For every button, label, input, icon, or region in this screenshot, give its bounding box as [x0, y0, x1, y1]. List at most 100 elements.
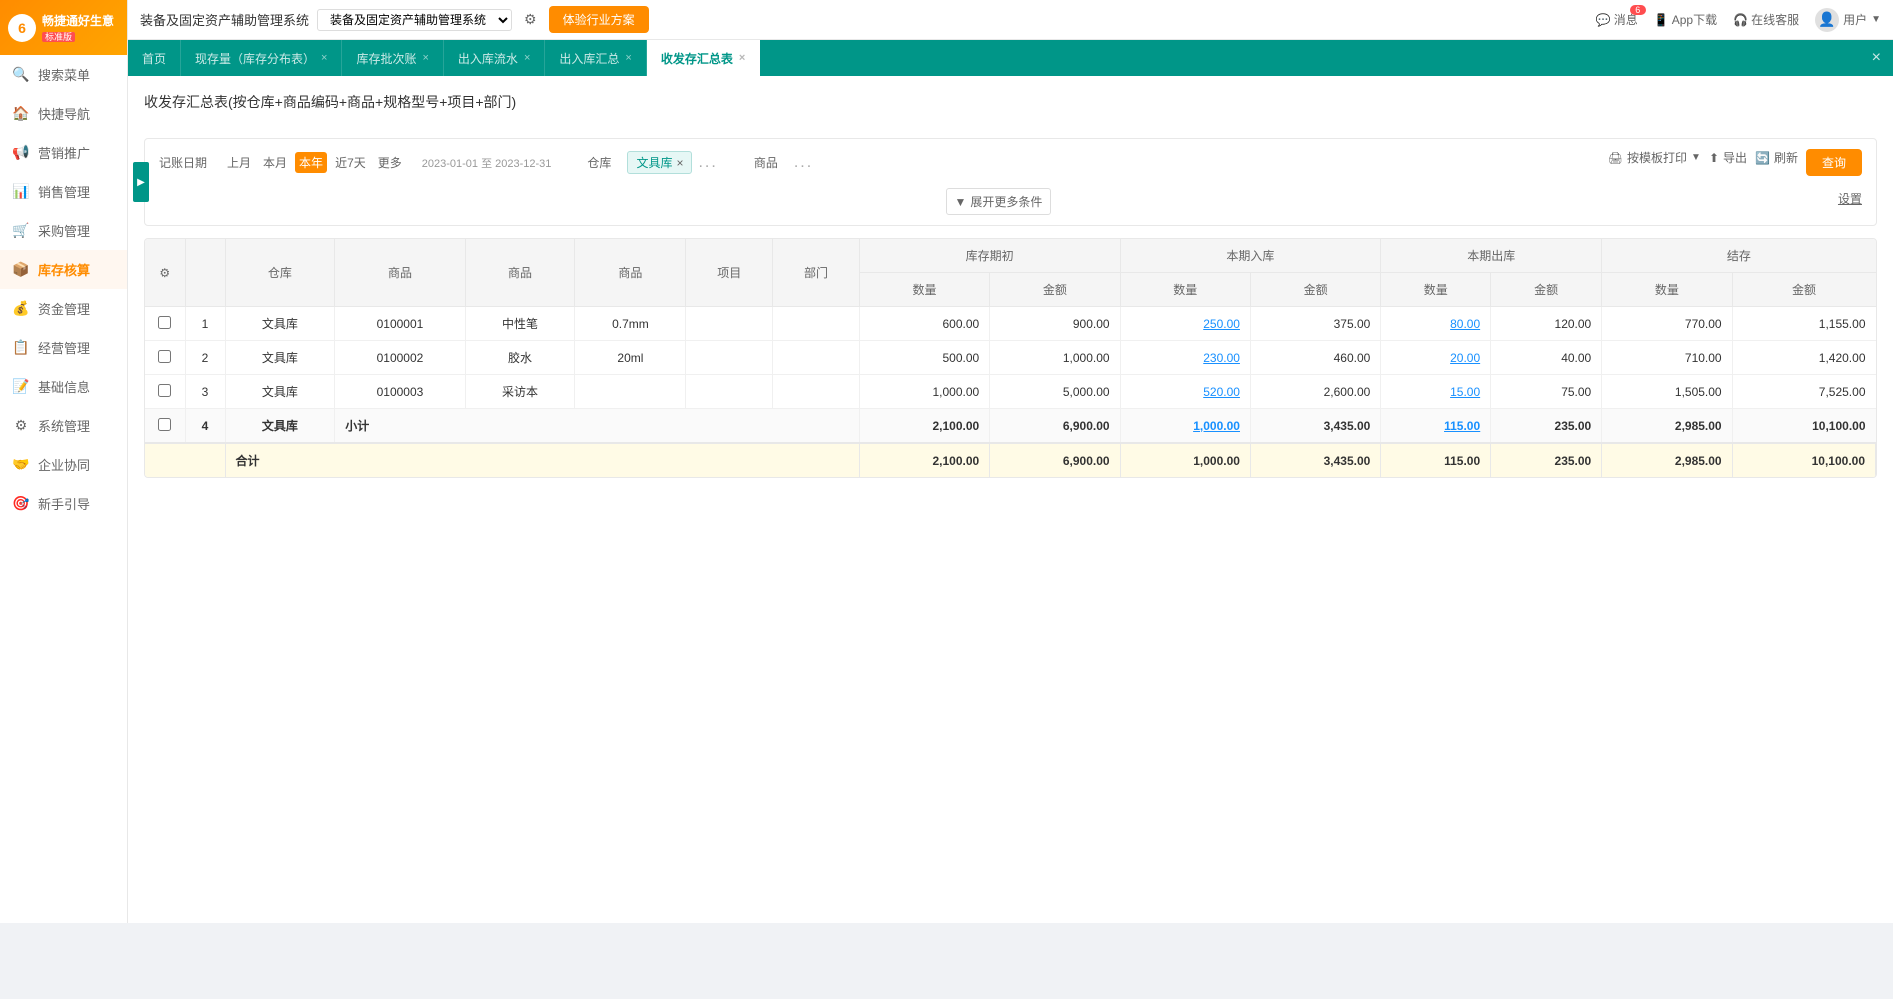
- th-opening-amt: 金额: [990, 273, 1120, 307]
- row-checkbox[interactable]: [145, 375, 185, 409]
- sidebar-item-marketing[interactable]: 📢营销推广: [0, 133, 127, 172]
- tab-label-recv-send-summary: 收发存汇总表: [661, 50, 733, 67]
- row-inbound-qty[interactable]: 520.00: [1120, 375, 1250, 409]
- tab-inout-summary[interactable]: 出入库汇总 ×: [545, 40, 646, 76]
- row-goods-spec: 20ml: [575, 341, 686, 375]
- row-warehouse: 文具库: [225, 375, 335, 409]
- sidebar-item-guide[interactable]: 🎯 新手引导: [0, 484, 127, 523]
- row-inbound-qty[interactable]: 250.00: [1120, 307, 1250, 341]
- tab-close-inventory-dist[interactable]: ×: [321, 52, 327, 64]
- sidebar-item-search[interactable]: 🔍搜索菜单: [0, 55, 127, 94]
- goods-label: 商品: [754, 154, 778, 171]
- this-month-btn[interactable]: 本月: [259, 152, 291, 173]
- th-seq: [185, 239, 225, 307]
- print-btn[interactable]: 🖨 按模板打印 ▼: [1608, 149, 1701, 166]
- total-closing-qty: 2,985.00: [1602, 443, 1732, 477]
- sidebar-label-purchase: 采购管理: [38, 221, 90, 240]
- sidebar-label-guide: 新手引导: [38, 494, 90, 513]
- tab-label-inout-flow: 出入库流水: [458, 50, 518, 67]
- tab-inventory-dist[interactable]: 现存量（库存分布表） ×: [181, 40, 342, 76]
- warehouse-more-btn[interactable]: ...: [698, 154, 717, 172]
- topbar-left: 装备及固定资产辅助管理系统 装备及固定资产辅助管理系统 ⚙ 体验行业方案: [140, 6, 649, 33]
- row-outbound-amt: 120.00: [1491, 307, 1602, 341]
- subtotal-outbound-qty[interactable]: 115.00: [1381, 409, 1491, 444]
- th-settings[interactable]: ⚙: [145, 239, 185, 307]
- row-goods-name: 中性笔: [465, 307, 575, 341]
- sidebar-label-basic-info: 基础信息: [38, 377, 90, 396]
- subtotal-opening-qty: 2,100.00: [859, 409, 989, 444]
- subtotal-inbound-qty[interactable]: 1,000.00: [1120, 409, 1250, 444]
- sidebar-item-inventory[interactable]: 📦库存核算: [0, 250, 127, 289]
- this-year-btn[interactable]: 本年: [295, 152, 327, 173]
- sidebar-item-operation[interactable]: 📋经营管理: [0, 328, 127, 367]
- sidebar-item-quick-nav[interactable]: 🏠快捷导航: [0, 94, 127, 133]
- settings-link[interactable]: 设置: [1838, 190, 1862, 207]
- row-closing-qty: 770.00: [1602, 307, 1732, 341]
- close-all-btn[interactable]: ×: [1872, 49, 1881, 67]
- main-content: 收发存汇总表(按仓库+商品编码+商品+规格型号+项目+部门) ▶ 记账日期 上月…: [128, 76, 1893, 923]
- th-goods-spec: 商品: [575, 239, 686, 307]
- remove-warehouse-btn[interactable]: ×: [676, 156, 683, 170]
- app-download-label: App下载: [1672, 11, 1717, 28]
- row-opening-qty: 500.00: [859, 341, 989, 375]
- row-outbound-qty[interactable]: 20.00: [1381, 341, 1491, 375]
- row-inbound-qty[interactable]: 230.00: [1120, 341, 1250, 375]
- last-month-btn[interactable]: 上月: [223, 152, 255, 173]
- export-btn[interactable]: ⬆ 导出: [1709, 149, 1747, 166]
- goods-more-btn[interactable]: ...: [794, 154, 813, 172]
- sidebar-item-sales[interactable]: 📊销售管理: [0, 172, 127, 211]
- th-project: 项目: [686, 239, 773, 307]
- subtotal-closing-qty: 2,985.00: [1602, 409, 1732, 444]
- subtotal-outbound-amt: 235.00: [1491, 409, 1602, 444]
- row-outbound-amt: 40.00: [1491, 341, 1602, 375]
- sidebar-item-basic-info[interactable]: 📝基础信息: [0, 367, 127, 406]
- sidebar-item-system[interactable]: ⚙系统管理: [0, 406, 127, 445]
- tab-recv-send-summary[interactable]: 收发存汇总表 ×: [647, 40, 760, 76]
- system-select[interactable]: 装备及固定资产辅助管理系统: [317, 9, 512, 31]
- online-service-btn[interactable]: 🎧 在线客服: [1733, 11, 1799, 28]
- export-icon: ⬆: [1709, 151, 1719, 165]
- warehouse-tag-text: 文具库: [636, 154, 672, 171]
- message-label: 消息: [1614, 13, 1638, 27]
- sidebar-label-sales: 销售管理: [38, 182, 90, 201]
- settings-icon[interactable]: ⚙: [520, 7, 541, 32]
- app-download-btn[interactable]: 📱 App下载: [1654, 11, 1717, 28]
- query-btn[interactable]: 查询: [1806, 149, 1862, 176]
- refresh-btn[interactable]: 🔄 刷新: [1755, 149, 1798, 166]
- user-menu[interactable]: 👤 用户 ▼: [1815, 8, 1881, 32]
- tab-batch-ledger[interactable]: 库存批次账 ×: [342, 40, 443, 76]
- row-outbound-qty[interactable]: 80.00: [1381, 307, 1491, 341]
- tab-close-inout-summary[interactable]: ×: [625, 52, 631, 64]
- th-inbound-qty: 数量: [1120, 273, 1250, 307]
- subtotal-checkbox[interactable]: [145, 409, 185, 444]
- message-btn[interactable]: 💬 消息 6: [1595, 11, 1637, 28]
- sidebar-item-enterprise[interactable]: 🤝企业协同: [0, 445, 127, 484]
- experience-btn[interactable]: 体验行业方案: [549, 6, 649, 33]
- sidebar-item-finance[interactable]: 💰资金管理: [0, 289, 127, 328]
- subtotal-label: 小计: [335, 409, 860, 444]
- row-checkbox[interactable]: [145, 307, 185, 341]
- tab-close-inout-flow[interactable]: ×: [524, 52, 530, 64]
- marketing-icon: 📢: [12, 144, 30, 161]
- row-outbound-qty[interactable]: 15.00: [1381, 375, 1491, 409]
- guide-icon: 🎯: [12, 495, 30, 512]
- message-icon: 💬: [1595, 13, 1610, 27]
- row-dept: [773, 375, 860, 409]
- sidebar-item-purchase[interactable]: 🛒采购管理: [0, 211, 127, 250]
- subtotal-row: 4 文具库 小计 2,100.00 6,900.00 1,000.00 3,43…: [145, 409, 1876, 444]
- total-opening-amt: 6,900.00: [990, 443, 1120, 477]
- last-7-days-btn[interactable]: 近7天: [331, 152, 370, 173]
- expand-conditions-btn[interactable]: ▼ 展开更多条件: [946, 188, 1052, 215]
- row-warehouse: 文具库: [225, 307, 335, 341]
- tab-home[interactable]: 首页: [128, 40, 181, 76]
- message-badge: 6: [1630, 5, 1646, 15]
- tab-close-recv-send-summary[interactable]: ×: [739, 52, 745, 64]
- tabs-bar: 首页现存量（库存分布表） ×库存批次账 ×出入库流水 ×出入库汇总 ×收发存汇总…: [128, 40, 1893, 76]
- tab-close-batch-ledger[interactable]: ×: [422, 52, 428, 64]
- sidebar-label-inventory: 库存核算: [38, 260, 90, 279]
- more-date-btn[interactable]: 更多: [374, 152, 406, 173]
- row-checkbox[interactable]: [145, 341, 185, 375]
- row-closing-qty: 1,505.00: [1602, 375, 1732, 409]
- tab-inout-flow[interactable]: 出入库流水 ×: [444, 40, 545, 76]
- collapse-btn[interactable]: ▶: [133, 162, 149, 202]
